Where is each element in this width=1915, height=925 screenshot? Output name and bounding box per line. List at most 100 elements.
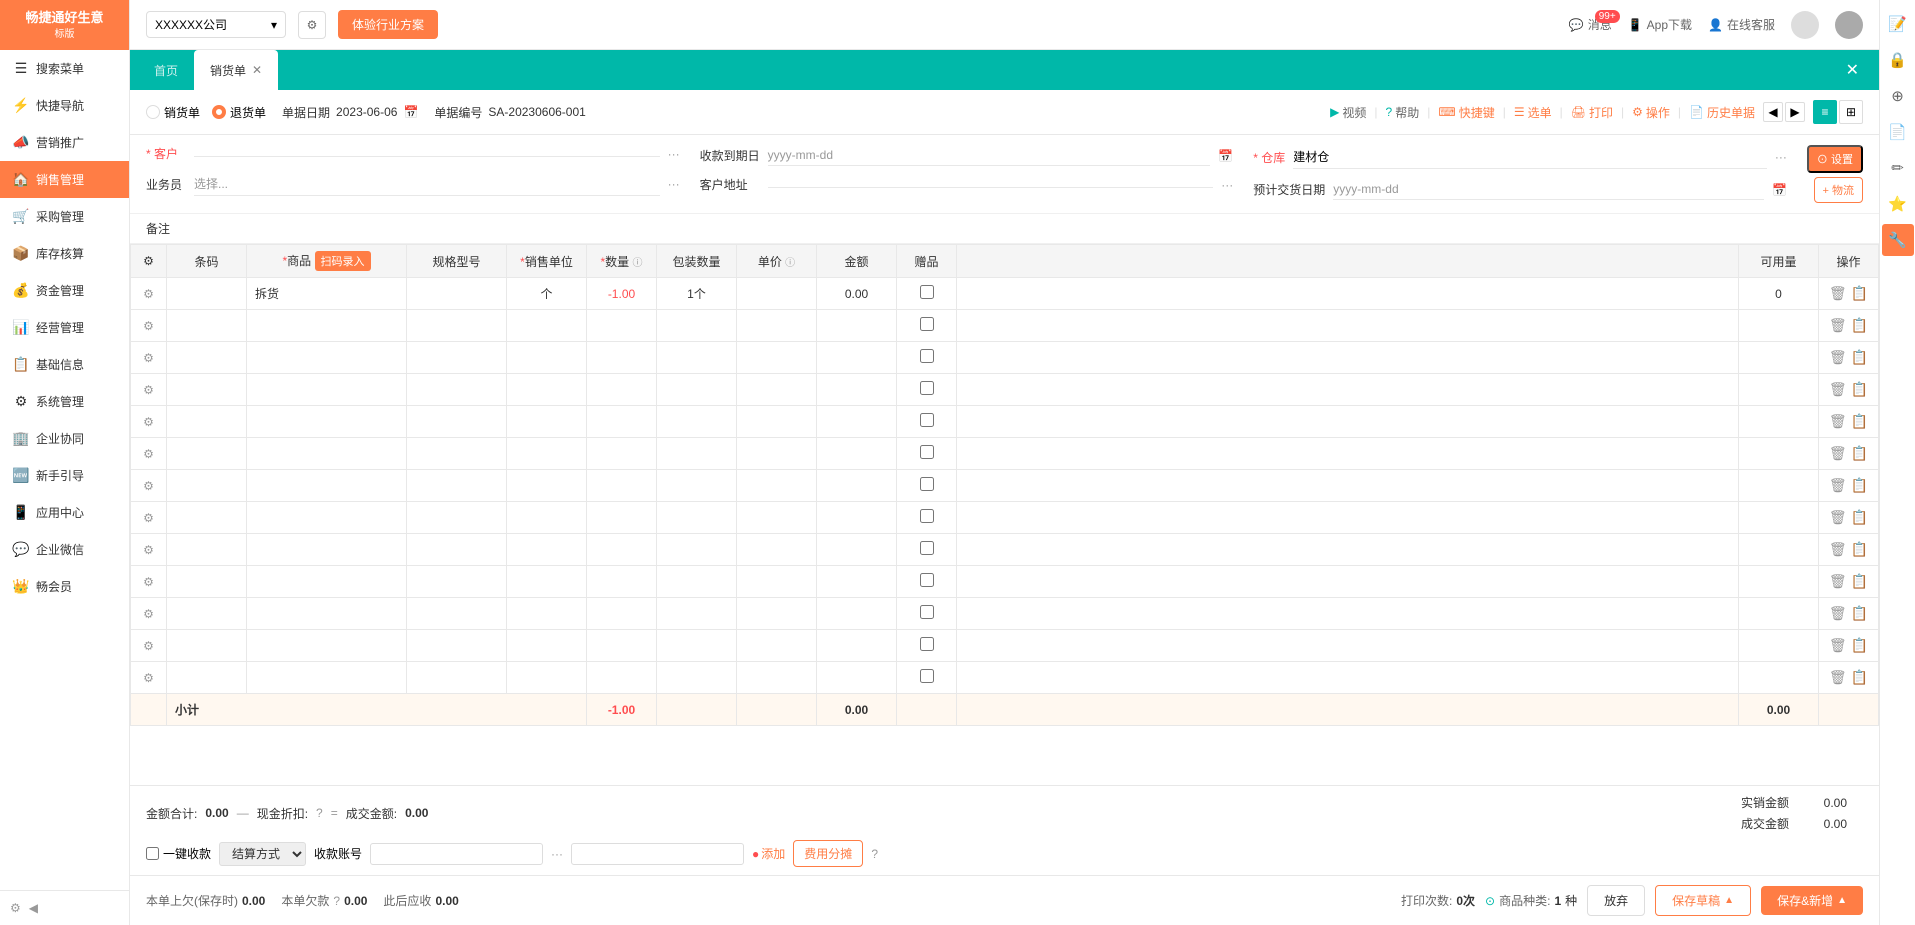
gift-checkbox[interactable] — [920, 477, 934, 491]
customer-input[interactable] — [194, 150, 660, 157]
row-barcode[interactable] — [167, 598, 247, 630]
rp-icon-lock[interactable]: 🔒 — [1882, 44, 1914, 76]
gift-checkbox[interactable] — [920, 541, 934, 555]
row-qty[interactable] — [587, 374, 657, 406]
row-pkg-qty[interactable] — [657, 630, 737, 662]
trial-button[interactable]: 体验行业方案 — [338, 10, 438, 39]
row-unit[interactable] — [507, 438, 587, 470]
select-button[interactable]: ☰ 选单 — [1514, 104, 1552, 121]
row-product[interactable] — [247, 470, 407, 502]
row-qty[interactable] — [587, 342, 657, 374]
row-gift[interactable] — [897, 310, 957, 342]
copy-icon[interactable]: 📋 — [1851, 477, 1868, 494]
delete-icon[interactable]: 🗑 — [1829, 445, 1847, 462]
row-avail[interactable] — [1739, 502, 1819, 534]
row-price[interactable] — [737, 662, 817, 694]
row-amount[interactable] — [817, 406, 897, 438]
salesperson-more-icon[interactable]: ··· — [668, 177, 680, 191]
row-spec[interactable] — [407, 342, 507, 374]
row-gift[interactable] — [897, 374, 957, 406]
row-unit[interactable] — [507, 310, 587, 342]
row-spec[interactable] — [407, 278, 507, 310]
avatar[interactable] — [1791, 11, 1819, 39]
sidebar-item-member[interactable]: 👑 畅会员 — [0, 568, 129, 605]
row-avail[interactable] — [1739, 534, 1819, 566]
row-avail[interactable] — [1739, 598, 1819, 630]
tab-sales-order[interactable]: 销货单 ✕ — [194, 50, 278, 90]
amount-input[interactable] — [571, 843, 744, 865]
row-remark[interactable] — [957, 534, 1739, 566]
copy-icon[interactable]: 📋 — [1851, 605, 1868, 622]
save-draft-button[interactable]: 保存草稿 ▲ — [1655, 885, 1751, 916]
row-price[interactable] — [737, 342, 817, 374]
row-unit[interactable] — [507, 598, 587, 630]
scan-button[interactable]: 扫码录入 — [315, 251, 371, 271]
copy-icon[interactable]: 📋 — [1851, 637, 1868, 654]
row-amount[interactable] — [817, 438, 897, 470]
row-pkg-qty[interactable] — [657, 662, 737, 694]
row-price[interactable] — [737, 534, 817, 566]
list-view-button[interactable]: ≡ — [1813, 100, 1837, 124]
sidebar-item-system[interactable]: ⚙ 系统管理 — [0, 383, 129, 420]
row-price[interactable] — [737, 470, 817, 502]
gift-checkbox[interactable] — [920, 573, 934, 587]
sidebar-item-wechat[interactable]: 💬 企业微信 — [0, 531, 129, 568]
rp-icon-star[interactable]: ⭐ — [1882, 188, 1914, 220]
row-spec[interactable] — [407, 374, 507, 406]
delete-icon[interactable]: 🗑 — [1829, 637, 1847, 654]
row-unit[interactable] — [507, 534, 587, 566]
row-spec[interactable] — [407, 438, 507, 470]
expense-button[interactable]: 费用分摊 — [793, 840, 863, 867]
row-qty[interactable] — [587, 406, 657, 438]
row-price[interactable] — [737, 278, 817, 310]
row-pkg-qty[interactable]: 1个 — [657, 278, 737, 310]
row-remark[interactable] — [957, 662, 1739, 694]
row-pkg-qty[interactable] — [657, 406, 737, 438]
row-settings[interactable]: ⚙ — [131, 662, 167, 694]
row-product[interactable] — [247, 566, 407, 598]
row-gift[interactable] — [897, 278, 957, 310]
due-date-calendar-icon[interactable]: 📅 — [1218, 149, 1233, 163]
sidebar-item-search[interactable]: ☰ 搜索菜单 — [0, 50, 129, 87]
row-amount[interactable] — [817, 566, 897, 598]
sidebar-item-inventory[interactable]: 📦 库存核算 — [0, 235, 129, 272]
row-unit[interactable] — [507, 470, 587, 502]
customer-more-icon[interactable]: ··· — [668, 147, 680, 161]
row-amount[interactable] — [817, 342, 897, 374]
row-qty[interactable] — [587, 470, 657, 502]
row-gift[interactable] — [897, 470, 957, 502]
row-avail[interactable] — [1739, 310, 1819, 342]
gift-checkbox[interactable] — [920, 445, 934, 459]
rp-icon-add[interactable]: ⊕ — [1882, 80, 1914, 112]
delete-icon[interactable]: 🗑 — [1829, 573, 1847, 590]
add-button[interactable]: ● 添加 — [752, 845, 785, 862]
tab-close-icon[interactable]: ✕ — [252, 63, 262, 77]
row-gift[interactable] — [897, 566, 957, 598]
row-unit[interactable] — [507, 662, 587, 694]
sidebar-item-finance[interactable]: 💰 资金管理 — [0, 272, 129, 309]
row-remark[interactable] — [957, 278, 1739, 310]
copy-icon[interactable]: 📋 — [1851, 285, 1868, 302]
account-input[interactable] — [370, 843, 543, 865]
row-amount[interactable] — [817, 374, 897, 406]
row-pkg-qty[interactable] — [657, 470, 737, 502]
delete-icon[interactable]: 🗑 — [1829, 317, 1847, 334]
one-click-pay-checkbox[interactable]: 一键收款 — [146, 845, 211, 862]
row-spec[interactable] — [407, 534, 507, 566]
row-amount[interactable]: 0.00 — [817, 278, 897, 310]
row-remark[interactable] — [957, 342, 1739, 374]
gift-checkbox[interactable] — [920, 605, 934, 619]
delete-icon[interactable]: 🗑 — [1829, 605, 1847, 622]
row-barcode[interactable] — [167, 566, 247, 598]
message-button[interactable]: 💬 消息 99+ — [1569, 16, 1612, 33]
row-amount[interactable] — [817, 470, 897, 502]
row-qty[interactable] — [587, 662, 657, 694]
rp-icon-tool[interactable]: 🔧 — [1882, 224, 1914, 256]
calc-method-select[interactable]: 结算方式 — [219, 842, 306, 866]
row-amount[interactable] — [817, 662, 897, 694]
close-all-tabs-button[interactable]: ✕ — [1834, 60, 1871, 80]
row-pkg-qty[interactable] — [657, 342, 737, 374]
row-amount[interactable] — [817, 598, 897, 630]
copy-icon[interactable]: 📋 — [1851, 349, 1868, 366]
row-barcode[interactable] — [167, 662, 247, 694]
